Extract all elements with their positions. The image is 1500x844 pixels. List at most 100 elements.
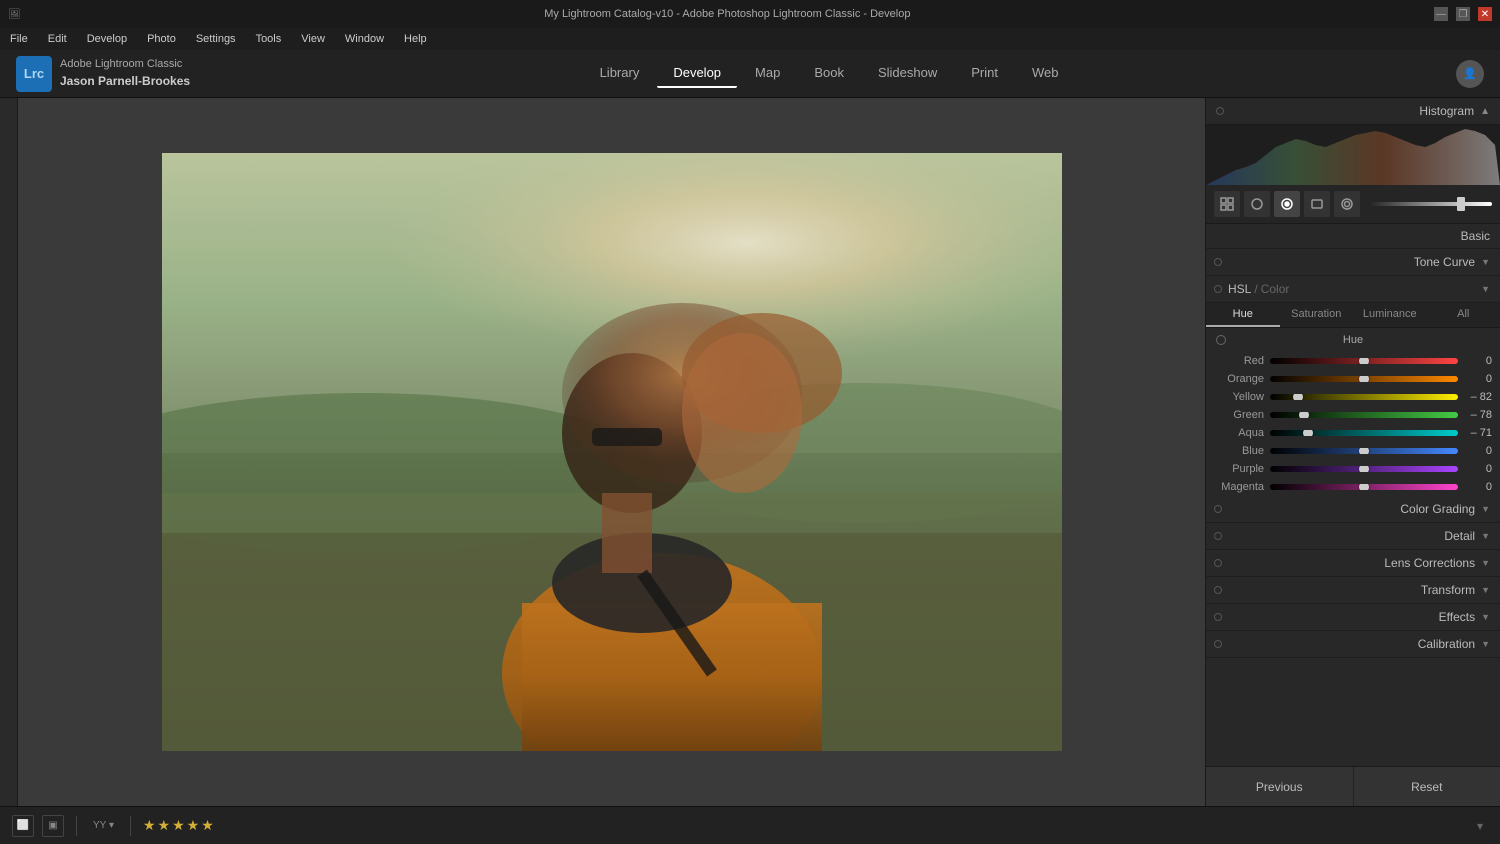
histogram-header[interactable]: Histogram ▲ (1206, 98, 1500, 125)
star-rating[interactable]: ★ ★ ★ ★ ★ (143, 817, 214, 834)
tool-icons-row (1206, 185, 1500, 224)
menu-settings[interactable]: Settings (192, 31, 240, 47)
grid-tool-icon[interactable] (1214, 191, 1240, 217)
hue-circle-icon (1216, 335, 1226, 345)
app-header: Lrc Adobe Lightroom Classic Jason Parnel… (0, 50, 1500, 98)
magenta-label: Magenta (1216, 481, 1264, 493)
blue-slider-track[interactable] (1270, 448, 1458, 454)
exposure-mini-thumb[interactable] (1457, 197, 1465, 211)
menu-edit[interactable]: Edit (44, 31, 71, 47)
hsl-dot (1214, 285, 1222, 293)
star-5[interactable]: ★ (201, 817, 214, 834)
purple-slider-thumb[interactable] (1359, 466, 1369, 472)
purple-slider-track[interactable] (1270, 466, 1458, 472)
app-brand: Adobe Lightroom Classic (60, 58, 182, 70)
menu-develop[interactable]: Develop (83, 31, 131, 47)
hsl-tab-all[interactable]: All (1427, 303, 1500, 327)
reset-button[interactable]: Reset (1353, 767, 1500, 806)
red-slider-thumb[interactable] (1359, 358, 1369, 364)
menu-help[interactable]: Help (400, 31, 431, 47)
menu-tools[interactable]: Tools (252, 31, 286, 47)
aqua-label: Aqua (1216, 427, 1264, 439)
magenta-slider-row: Magenta 0 (1206, 478, 1500, 496)
hsl-tab-luminance[interactable]: Luminance (1353, 303, 1427, 327)
main-area: Histogram ▲ (0, 98, 1500, 806)
green-value: – 78 (1464, 409, 1492, 421)
purple-slider-row: Purple 0 (1206, 460, 1500, 478)
star-3[interactable]: ★ (172, 817, 185, 834)
color-grading-section[interactable]: Color Grading ▼ (1206, 496, 1500, 523)
tab-map[interactable]: Map (739, 59, 796, 88)
star-2[interactable]: ★ (158, 817, 171, 834)
detail-title: Detail (1226, 529, 1475, 543)
aqua-slider-track[interactable] (1270, 430, 1458, 436)
magenta-slider-track[interactable] (1270, 484, 1458, 490)
color-grading-toggle: ▼ (1481, 504, 1490, 514)
hsl-tab-saturation[interactable]: Saturation (1280, 303, 1354, 327)
tab-book[interactable]: Book (798, 59, 860, 88)
detail-section[interactable]: Detail ▼ (1206, 523, 1500, 550)
titlebar-controls: — ❐ ✕ (1434, 7, 1492, 21)
avatar[interactable]: 👤 (1456, 60, 1484, 88)
orange-value: 0 (1464, 373, 1492, 385)
right-panel: Histogram ▲ (1205, 98, 1500, 806)
view-compare-icon[interactable]: ▣ (42, 815, 64, 837)
calibration-dot (1214, 640, 1222, 648)
aqua-slider-thumb[interactable] (1303, 430, 1313, 436)
bottom-toolbar: ⬜ ▣ YY ▾ ★ ★ ★ ★ ★ ▾ (0, 806, 1500, 844)
histogram-collapse-icon[interactable]: ▲ (1480, 106, 1490, 117)
titlebar-icon: 🖼 (8, 9, 21, 20)
magenta-slider-thumb[interactable] (1359, 484, 1369, 490)
menu-file[interactable]: File (6, 31, 32, 47)
close-button[interactable]: ✕ (1478, 7, 1492, 21)
tab-web[interactable]: Web (1016, 59, 1075, 88)
hsl-toggle: ▼ (1481, 284, 1490, 294)
hsl-section-header[interactable]: HSL / Color ▼ (1206, 276, 1500, 303)
tab-library[interactable]: Library (584, 59, 656, 88)
yellow-slider-track[interactable] (1270, 394, 1458, 400)
menu-view[interactable]: View (297, 31, 329, 47)
orange-slider-track[interactable] (1270, 376, 1458, 382)
restore-button[interactable]: ❐ (1456, 7, 1470, 21)
lrc-badge: Lrc (16, 56, 52, 92)
orange-slider-thumb[interactable] (1359, 376, 1369, 382)
lens-corrections-section[interactable]: Lens Corrections ▼ (1206, 550, 1500, 577)
effects-section[interactable]: Effects ▼ (1206, 604, 1500, 631)
view-single-icon[interactable]: ⬜ (12, 815, 34, 837)
target-tool-icon[interactable] (1274, 191, 1300, 217)
previous-button[interactable]: Previous (1206, 767, 1353, 806)
star-1[interactable]: ★ (143, 817, 156, 834)
tab-develop[interactable]: Develop (657, 59, 737, 88)
menu-photo[interactable]: Photo (143, 31, 180, 47)
detail-toggle: ▼ (1481, 531, 1490, 541)
green-slider-thumb[interactable] (1299, 412, 1309, 418)
ring-tool-icon[interactable] (1334, 191, 1360, 217)
tab-print[interactable]: Print (955, 59, 1014, 88)
canvas-area (18, 98, 1205, 806)
menu-window[interactable]: Window (341, 31, 388, 47)
calibration-section[interactable]: Calibration ▼ (1206, 631, 1500, 658)
star-4[interactable]: ★ (187, 817, 200, 834)
red-value: 0 (1464, 355, 1492, 367)
circle-tool-icon[interactable] (1244, 191, 1270, 217)
nav-tabs: Library Develop Map Book Slideshow Print… (214, 59, 1444, 88)
aqua-slider-row: Aqua – 71 (1206, 424, 1500, 442)
minimize-button[interactable]: — (1434, 7, 1448, 21)
yellow-slider-row: Yellow – 82 (1206, 388, 1500, 406)
yellow-slider-thumb[interactable] (1293, 394, 1303, 400)
tab-slideshow[interactable]: Slideshow (862, 59, 953, 88)
sort-icon[interactable]: YY ▾ (89, 815, 118, 837)
blue-slider-thumb[interactable] (1359, 448, 1369, 454)
photo-canvas (162, 153, 1062, 751)
red-slider-track[interactable] (1270, 358, 1458, 364)
tone-curve-section[interactable]: Tone Curve ▼ (1206, 249, 1500, 276)
exposure-mini-slider[interactable] (1368, 202, 1492, 206)
hsl-tab-hue[interactable]: Hue (1206, 303, 1280, 327)
effects-dot (1214, 613, 1222, 621)
green-slider-track[interactable] (1270, 412, 1458, 418)
rect-tool-icon[interactable] (1304, 191, 1330, 217)
filmstrip-toggle-button[interactable]: ▾ (1472, 818, 1488, 834)
green-label: Green (1216, 409, 1264, 421)
transform-section[interactable]: Transform ▼ (1206, 577, 1500, 604)
titlebar: 🖼 My Lightroom Catalog-v10 - Adobe Photo… (0, 0, 1500, 28)
